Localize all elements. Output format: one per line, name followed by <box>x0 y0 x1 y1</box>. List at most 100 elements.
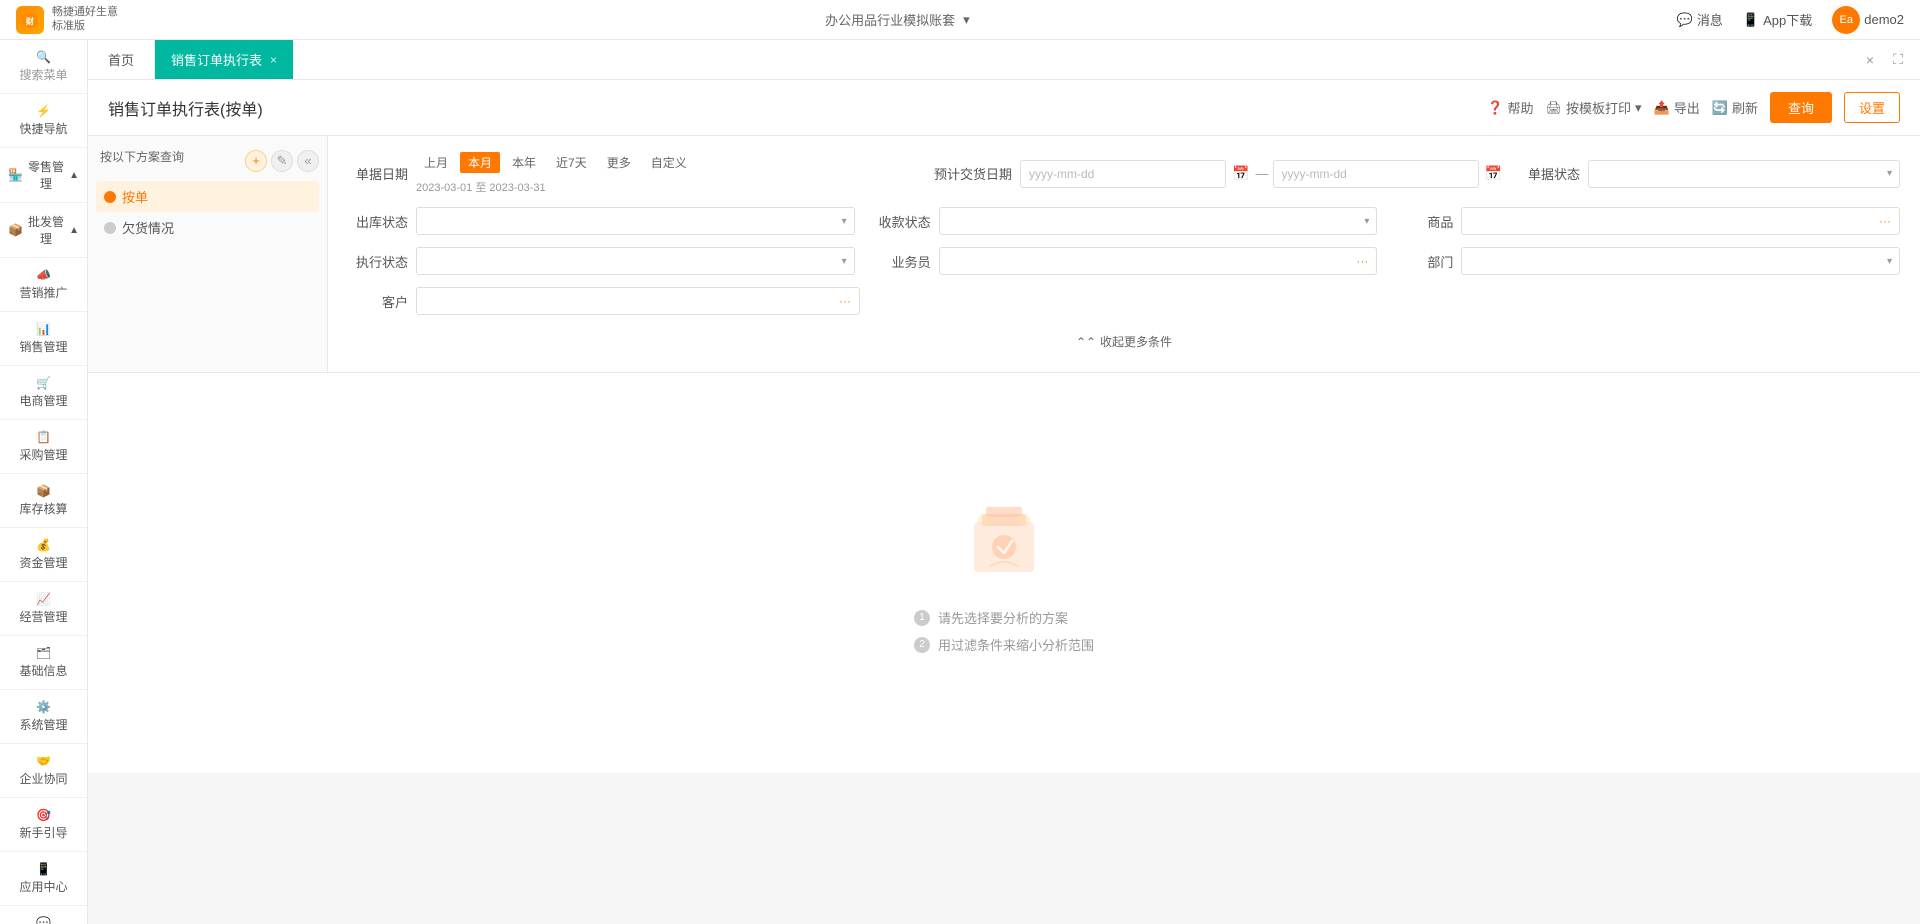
sidebar-quick-nav[interactable]: ⚡ 快捷导航 <box>0 94 87 148</box>
print-icon: 🖨 <box>1546 100 1563 116</box>
dept-select[interactable] <box>1461 247 1900 275</box>
sidebar-item-marketing[interactable]: 📣 营销推广 <box>0 258 87 312</box>
goods-label: 商品 <box>1393 212 1453 231</box>
filter-panel: 按以下方案查询 + ✎ « <box>88 136 1920 373</box>
close-window-button[interactable]: × <box>1860 50 1880 70</box>
help-button[interactable]: ❓ 帮助 <box>1487 98 1533 117</box>
sidebar-item-retail[interactable]: 🏪 零售管理 ▲ <box>0 148 87 203</box>
quick-nav-icon: ⚡ <box>36 104 51 118</box>
filter-row-4: 客户 ··· <box>348 287 1900 315</box>
app-download-button[interactable]: 📱 App下载 <box>1743 10 1812 29</box>
customer-more-icon[interactable]: ··· <box>839 294 851 308</box>
dept-field: 部门 ▾ <box>1393 247 1900 275</box>
query-button[interactable]: 查询 <box>1770 92 1832 123</box>
salesperson-more-icon[interactable]: ··· <box>1356 254 1368 268</box>
header-dropdown-icon[interactable]: ▾ <box>963 12 970 28</box>
refresh-button[interactable]: 🔄 刷新 <box>1712 98 1758 117</box>
empty-state: 1 请先选择要分析的方案 2 用过滤条件来缩小分析范围 <box>914 492 1094 654</box>
calendar-icon-end[interactable]: 📅 <box>1485 165 1502 182</box>
custom-date-btn[interactable]: 自定义 <box>643 152 695 173</box>
expected-date-range: yyyy-mm-dd 📅 — yyyy-mm-dd 📅 <box>1020 160 1504 188</box>
appstore-icon: 📱 <box>36 862 51 876</box>
top-header: 财 畅捷通好生意 标准版 办公用品行业模拟账套 ▾ 💬 消息 📱 App下载 E… <box>0 0 1920 40</box>
last7days-btn[interactable]: 近7天 <box>548 152 595 173</box>
message-icon: 💬 <box>1677 12 1693 28</box>
sidebar-item-appstore[interactable]: 📱 应用中心 <box>0 852 87 906</box>
sidebar-item-wholesale[interactable]: 📦 批发管理 ▲ <box>0 203 87 258</box>
customer-input[interactable]: ··· <box>416 287 860 315</box>
operation-icon: 📈 <box>36 592 51 606</box>
sidebar-item-basic[interactable]: 🗂 基础信息 <box>0 636 87 690</box>
print-dropdown-icon: ▾ <box>1635 100 1642 116</box>
last-month-btn[interactable]: 上月 <box>416 152 456 173</box>
customer-label: 客户 <box>348 292 408 311</box>
messages-button[interactable]: 💬 消息 <box>1677 10 1723 29</box>
print-button[interactable]: 🖨 按模板打印 ▾ <box>1546 98 1642 117</box>
add-icon: + <box>252 153 260 168</box>
expected-date-end[interactable]: yyyy-mm-dd <box>1273 160 1479 188</box>
filter-row-1: 单据日期 上月 本月 本年 近7天 更多 自定义 20 <box>348 152 1900 195</box>
expected-date-start[interactable]: yyyy-mm-dd <box>1020 160 1226 188</box>
order-status-select[interactable] <box>1588 160 1900 188</box>
this-month-btn[interactable]: 本月 <box>460 152 500 173</box>
order-status-label: 单据状态 <box>1520 164 1580 183</box>
dept-select-wrapper: ▾ <box>1461 247 1900 275</box>
out-status-select[interactable] <box>416 207 855 235</box>
sidebar: 🔍 搜索菜单 ⚡ 快捷导航 🏪 零售管理 ▲ 📦 批发管理 ▲ 📣 营销推广 📊… <box>0 40 88 924</box>
sidebar-item-inventory[interactable]: 📦 库存核算 <box>0 474 87 528</box>
goods-more-icon[interactable]: ··· <box>1879 214 1891 228</box>
tab-bar-actions: × ⛶ <box>1848 50 1920 70</box>
settings-button[interactable]: 设置 <box>1844 92 1900 123</box>
inventory-icon: 📦 <box>36 484 51 498</box>
expected-date-label: 预计交货日期 <box>934 164 1012 183</box>
download-icon: 📱 <box>1743 12 1759 28</box>
collapse-icon: « <box>304 153 311 168</box>
edit-scheme-button[interactable]: ✎ <box>271 150 293 172</box>
chevron-up-icon: ▲ <box>69 170 79 181</box>
tab-active[interactable]: 销售订单执行表 × <box>155 40 293 79</box>
ecommerce-icon: 🛒 <box>36 376 51 390</box>
collapse-panel-button[interactable]: « <box>297 150 319 172</box>
out-status-select-wrapper: ▾ <box>416 207 855 235</box>
sidebar-item-enterprise[interactable]: 🤝 企业协同 <box>0 744 87 798</box>
sidebar-item-purchase[interactable]: 📋 采购管理 <box>0 420 87 474</box>
nav-item-by-order[interactable]: 按单 <box>96 181 319 212</box>
goods-input[interactable]: ··· <box>1461 207 1900 235</box>
sidebar-item-system[interactable]: ⚙️ 系统管理 <box>0 690 87 744</box>
add-scheme-button[interactable]: + <box>245 150 267 172</box>
user-menu[interactable]: Ea demo2 <box>1832 6 1904 34</box>
empty-hints: 1 请先选择要分析的方案 2 用过滤条件来缩小分析范围 <box>914 608 1094 654</box>
sidebar-search[interactable]: 🔍 搜索菜单 <box>0 40 87 94</box>
goods-field: 商品 ··· <box>1393 207 1900 235</box>
maximize-window-button[interactable]: ⛶ <box>1888 50 1908 70</box>
sidebar-item-finance[interactable]: 💰 资金管理 <box>0 528 87 582</box>
sidebar-item-label: 新手引导 <box>19 824 67 841</box>
sidebar-item-wechat[interactable]: 💬 企业微信 <box>0 906 87 924</box>
newbie-icon: 🎯 <box>36 808 51 822</box>
sidebar-item-operation[interactable]: 📈 经营管理 <box>0 582 87 636</box>
this-year-btn[interactable]: 本年 <box>504 152 544 173</box>
collapse-filter-button[interactable]: ⌃⌃ 收起更多条件 <box>348 327 1900 356</box>
content-area: 首页 销售订单执行表 × × ⛶ 销售订单执行表(按单) ❓ 帮助 <box>88 40 1920 924</box>
chevron-up-icon: ▲ <box>69 225 79 236</box>
tab-close-button[interactable]: × <box>270 53 277 67</box>
sales-icon: 📊 <box>36 322 51 336</box>
exec-status-select[interactable] <box>416 247 855 275</box>
sidebar-item-ecommerce[interactable]: 🛒 电商管理 <box>0 366 87 420</box>
nav-item-by-balance[interactable]: 欠货情况 <box>96 212 319 243</box>
more-date-btn[interactable]: 更多 <box>599 152 639 173</box>
order-date-field: 单据日期 上月 本月 本年 近7天 更多 自定义 20 <box>348 152 918 195</box>
export-button[interactable]: 📤 导出 <box>1654 98 1700 117</box>
tab-home[interactable]: 首页 <box>88 40 155 79</box>
salesperson-input[interactable]: ··· <box>939 247 1378 275</box>
sidebar-item-label: 零售管理 <box>27 158 65 192</box>
header-right: 💬 消息 📱 App下载 Ea demo2 <box>1677 6 1904 34</box>
edit-icon: ✎ <box>277 153 288 169</box>
payment-status-select[interactable] <box>939 207 1378 235</box>
empty-illustration <box>954 492 1054 592</box>
sidebar-item-sales[interactable]: 📊 销售管理 <box>0 312 87 366</box>
calendar-icon-start[interactable]: 📅 <box>1232 165 1249 182</box>
salesperson-label: 业务员 <box>871 252 931 271</box>
out-status-field: 出库状态 ▾ <box>348 207 855 235</box>
sidebar-item-newbie[interactable]: 🎯 新手引导 <box>0 798 87 852</box>
